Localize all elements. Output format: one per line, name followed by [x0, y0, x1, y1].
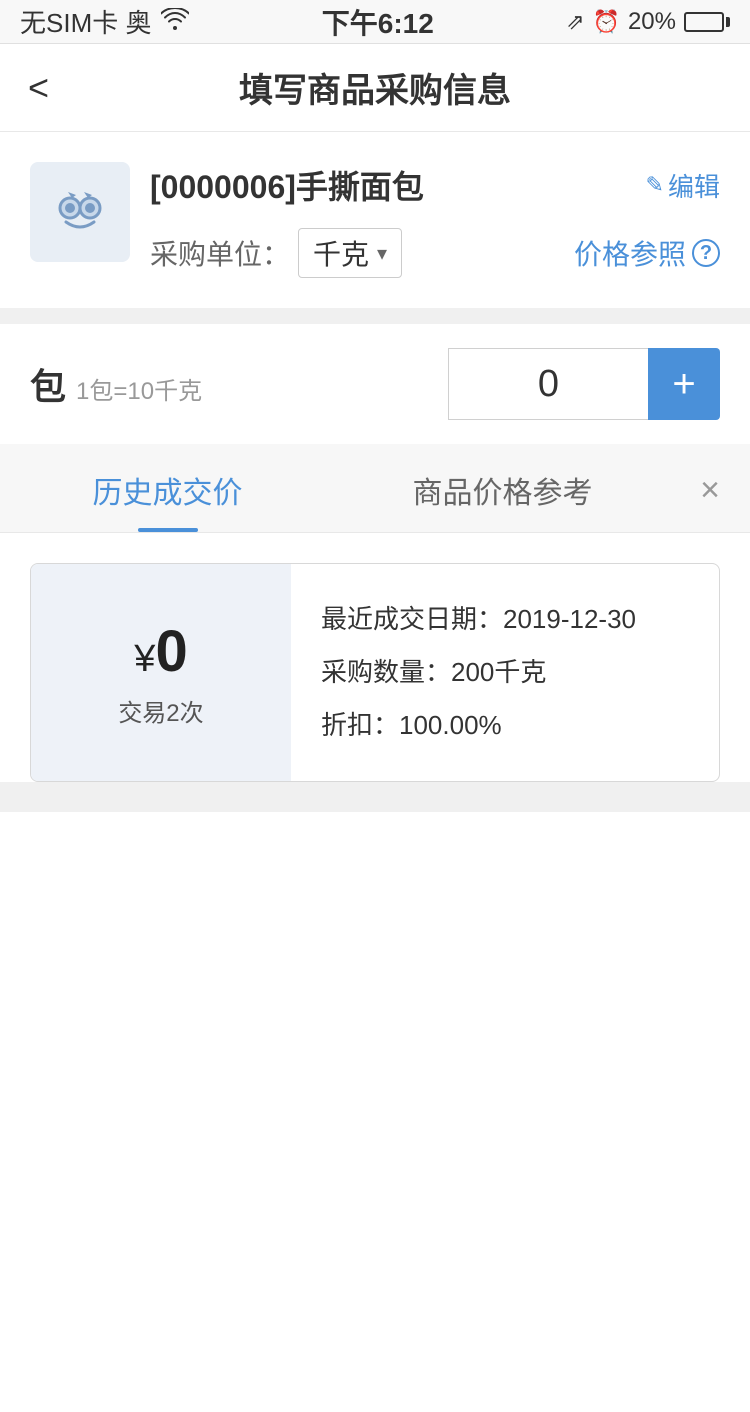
- recent-date-row: 最近成交日期：2019-12-30: [321, 600, 689, 639]
- alarm-icon: ⏰: [593, 9, 620, 35]
- discount-row: 折扣：100.00%: [321, 706, 689, 745]
- main-content-area: [0, 812, 750, 1412]
- status-bar: 无SIM卡 奥 下午6:12 ⇗ ⏰ 20%: [0, 0, 750, 44]
- price-card-left: ¥0 交易2次: [31, 564, 291, 781]
- purchase-qty-label: 采购数量：: [321, 657, 451, 687]
- product-card: [0000006]手撕面包 ✎ 编辑 采购单位： 千克 ▾ 价格参照 ?: [0, 132, 750, 308]
- quantity-hint: 1包=10千克: [76, 371, 202, 406]
- price-ref-info-icon: ?: [692, 239, 720, 267]
- status-right: ⇗ ⏰ 20%: [566, 8, 730, 36]
- status-time: 下午6:12: [322, 2, 434, 42]
- quantity-input-group: 0 +: [448, 348, 720, 420]
- edit-icon: ✎: [646, 172, 664, 198]
- purchase-qty-value: 200千克: [451, 657, 546, 687]
- quantity-value: 0: [538, 363, 559, 406]
- currency-symbol: ¥: [134, 638, 155, 680]
- wifi-icon: [161, 6, 189, 37]
- edit-button[interactable]: ✎ 编辑: [646, 167, 720, 204]
- page-title: 填写商品采购信息: [239, 63, 511, 112]
- price-number: 0: [155, 619, 187, 684]
- unit-label: 采购单位：: [150, 233, 290, 273]
- close-button[interactable]: ×: [670, 447, 750, 530]
- product-name: [0000006]手撕面包: [150, 162, 424, 208]
- tab-underline: [138, 528, 198, 532]
- quantity-row: 包 1包=10千克 0 +: [0, 324, 750, 444]
- status-left: 无SIM卡 奥: [20, 3, 189, 40]
- tab-history-price[interactable]: 历史成交价: [0, 444, 335, 532]
- price-display: ¥0: [134, 618, 187, 685]
- product-thumbnail: [30, 162, 130, 262]
- tab-product-price-ref[interactable]: 商品价格参考: [335, 444, 670, 532]
- quantity-label-group: 包 1包=10千克: [30, 358, 202, 410]
- price-card-right: 最近成交日期：2019-12-30 采购数量：200千克 折扣：100.00%: [291, 564, 719, 781]
- price-card: ¥0 交易2次 最近成交日期：2019-12-30 采购数量：200千克 折扣：…: [30, 563, 720, 782]
- nav-bar: < 填写商品采购信息: [0, 44, 750, 132]
- location-icon: ⇗: [566, 9, 584, 35]
- unit-select[interactable]: 千克 ▾: [298, 228, 402, 278]
- unit-label-group: 采购单位： 千克 ▾: [150, 228, 402, 278]
- product-info: [0000006]手撕面包 ✎ 编辑 采购单位： 千克 ▾ 价格参照 ?: [150, 162, 720, 278]
- purchase-qty-row: 采购数量：200千克: [321, 653, 689, 692]
- carrier-text: 无SIM卡 奥: [20, 3, 151, 40]
- unit-value: 千克: [313, 233, 369, 273]
- recent-date-label: 最近成交日期：: [321, 604, 503, 634]
- tabs-row: 历史成交价 商品价格参考 ×: [0, 444, 750, 533]
- product-unit-row: 采购单位： 千克 ▾ 价格参照 ?: [150, 228, 720, 278]
- recent-date-value: 2019-12-30: [503, 604, 636, 634]
- discount-label: 折扣：: [321, 710, 399, 740]
- quantity-plus-button[interactable]: +: [648, 348, 720, 420]
- quantity-input[interactable]: 0: [448, 348, 648, 420]
- bottom-panel: 历史成交价 商品价格参考 × ¥0 交易2次 最近成交日期：2019-12-30…: [0, 444, 750, 782]
- price-trades: 交易2次: [118, 693, 203, 728]
- price-ref-label: 价格参照: [574, 233, 686, 273]
- battery-percent: 20%: [628, 8, 676, 36]
- back-button[interactable]: <: [28, 67, 49, 109]
- price-reference-button[interactable]: 价格参照 ?: [574, 233, 720, 273]
- product-top-row: [0000006]手撕面包 ✎ 编辑: [150, 162, 720, 208]
- battery-icon: [684, 12, 730, 32]
- unit-dropdown-arrow: ▾: [377, 241, 387, 266]
- section-divider: [0, 308, 750, 324]
- quantity-unit: 包: [30, 358, 66, 410]
- discount-value: 100.00%: [399, 710, 502, 740]
